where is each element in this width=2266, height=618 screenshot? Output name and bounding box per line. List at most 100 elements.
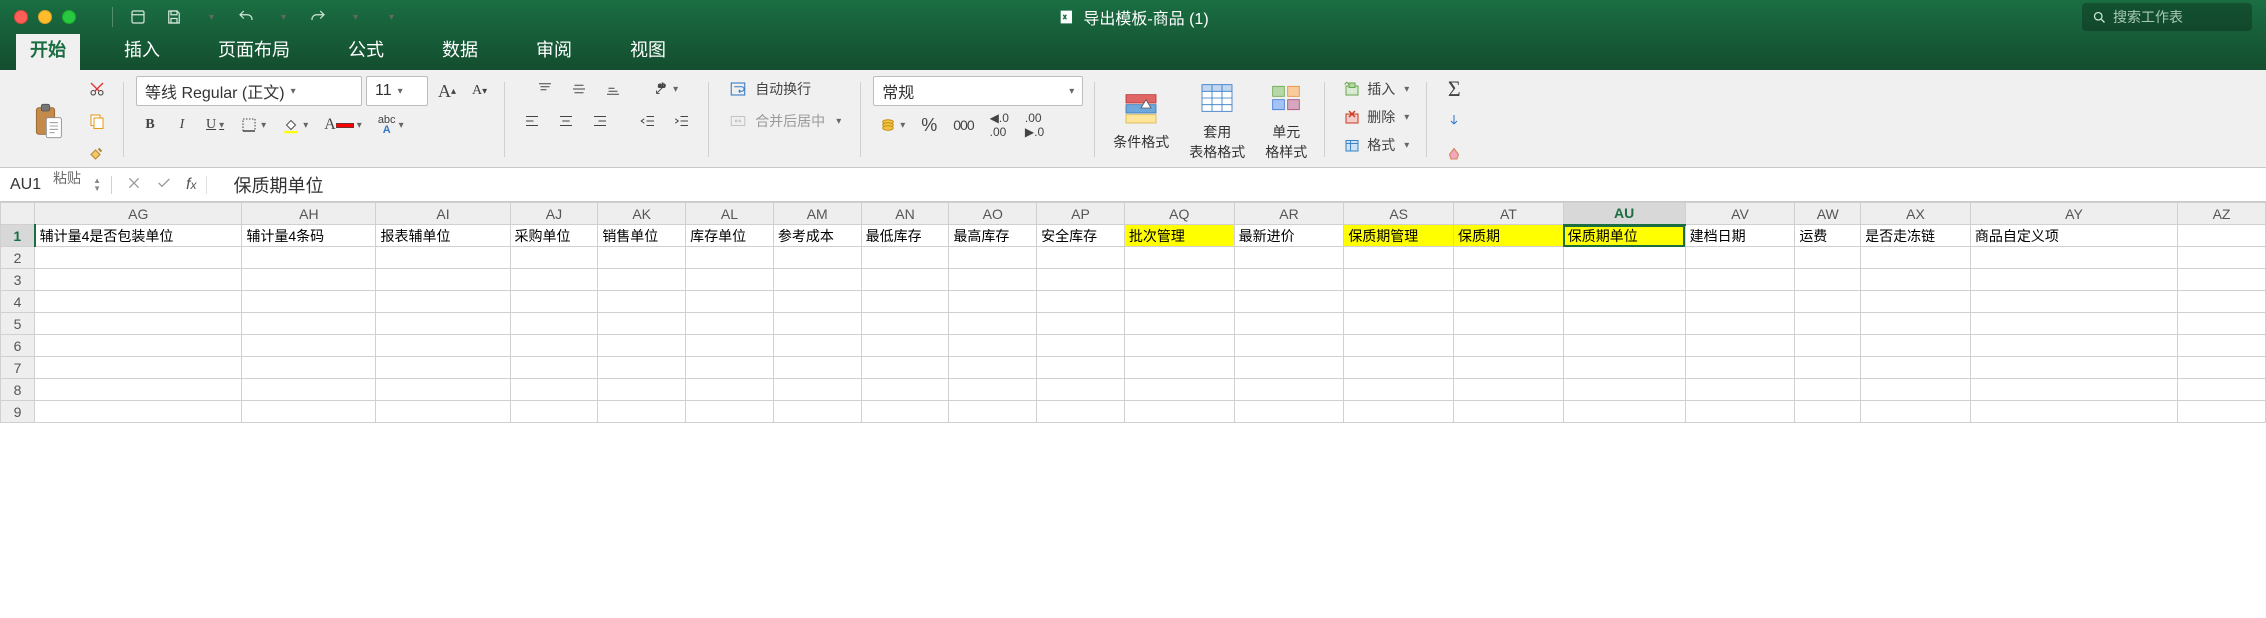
cell-AY1[interactable]: 商品自定义项: [1970, 225, 2177, 247]
cell-AN7[interactable]: [861, 357, 949, 379]
cell-AZ5[interactable]: [2178, 313, 2266, 335]
phonetic-button[interactable]: abcA: [372, 112, 410, 138]
cell-AU8[interactable]: [1563, 379, 1685, 401]
col-header-AX[interactable]: AX: [1861, 203, 1971, 225]
redo-dropdown[interactable]: [339, 4, 369, 30]
cell-AP6[interactable]: [1037, 335, 1125, 357]
cell-AU5[interactable]: [1563, 313, 1685, 335]
autosum-icon[interactable]: Σ: [1442, 76, 1467, 102]
cell-AS9[interactable]: [1344, 401, 1454, 423]
cut-icon[interactable]: [82, 76, 112, 102]
cell-AU2[interactable]: [1563, 247, 1685, 269]
tab-home[interactable]: 开始: [16, 30, 80, 70]
cell-AH3[interactable]: [242, 269, 376, 291]
cell-AR8[interactable]: [1234, 379, 1344, 401]
cell-AL7[interactable]: [686, 357, 774, 379]
cell-AI8[interactable]: [376, 379, 510, 401]
col-header-AO[interactable]: AO: [949, 203, 1037, 225]
cell-AV4[interactable]: [1685, 291, 1795, 313]
cell-AV2[interactable]: [1685, 247, 1795, 269]
cell-AK7[interactable]: [598, 357, 686, 379]
orientation-icon[interactable]: ab: [646, 76, 684, 102]
cell-AM8[interactable]: [773, 379, 861, 401]
row-header-4[interactable]: 4: [1, 291, 35, 313]
cell-AS1[interactable]: 保质期管理: [1344, 225, 1454, 247]
cell-AP9[interactable]: [1037, 401, 1125, 423]
fill-color-button[interactable]: [276, 112, 314, 138]
insert-cells-button[interactable]: 插入: [1337, 76, 1415, 102]
cell-AM2[interactable]: [773, 247, 861, 269]
col-header-AG[interactable]: AG: [35, 203, 242, 225]
currency-icon[interactable]: [873, 112, 911, 138]
cell-AQ9[interactable]: [1124, 401, 1234, 423]
cell-AJ2[interactable]: [510, 247, 598, 269]
cell-AY8[interactable]: [1970, 379, 2177, 401]
cell-AZ1[interactable]: [2178, 225, 2266, 247]
select-all-corner[interactable]: [1, 203, 35, 225]
cell-AJ3[interactable]: [510, 269, 598, 291]
increase-indent-icon[interactable]: [667, 108, 697, 134]
increase-font-icon[interactable]: A▴: [432, 78, 462, 104]
cell-AS6[interactable]: [1344, 335, 1454, 357]
cell-AI3[interactable]: [376, 269, 510, 291]
cell-AP2[interactable]: [1037, 247, 1125, 269]
tab-insert[interactable]: 插入: [110, 30, 174, 70]
cell-AS8[interactable]: [1344, 379, 1454, 401]
cell-AW1[interactable]: 运费: [1795, 225, 1861, 247]
row-header-7[interactable]: 7: [1, 357, 35, 379]
minimize-window-icon[interactable]: [38, 10, 52, 24]
undo-icon[interactable]: [231, 4, 261, 30]
col-header-AN[interactable]: AN: [861, 203, 949, 225]
tab-review[interactable]: 审阅: [522, 30, 586, 70]
cell-AO2[interactable]: [949, 247, 1037, 269]
paste-button[interactable]: [22, 99, 74, 143]
cell-AG2[interactable]: [35, 247, 242, 269]
col-header-AZ[interactable]: AZ: [2178, 203, 2266, 225]
cell-AZ2[interactable]: [2178, 247, 2266, 269]
cell-AS4[interactable]: [1344, 291, 1454, 313]
align-center-icon[interactable]: [551, 108, 581, 134]
cell-AO8[interactable]: [949, 379, 1037, 401]
cell-AK3[interactable]: [598, 269, 686, 291]
cell-AT6[interactable]: [1454, 335, 1564, 357]
cell-AP8[interactable]: [1037, 379, 1125, 401]
cell-AJ8[interactable]: [510, 379, 598, 401]
wrap-text-button[interactable]: 自动换行: [721, 76, 819, 102]
decrease-font-icon[interactable]: A▾: [466, 78, 493, 104]
col-header-AS[interactable]: AS: [1344, 203, 1454, 225]
align-middle-icon[interactable]: [564, 76, 594, 102]
cell-AK9[interactable]: [598, 401, 686, 423]
col-header-AJ[interactable]: AJ: [510, 203, 598, 225]
cell-AL8[interactable]: [686, 379, 774, 401]
row-header-6[interactable]: 6: [1, 335, 35, 357]
cell-AY9[interactable]: [1970, 401, 2177, 423]
cell-AQ2[interactable]: [1124, 247, 1234, 269]
cell-AT5[interactable]: [1454, 313, 1564, 335]
cell-AN8[interactable]: [861, 379, 949, 401]
cell-AH5[interactable]: [242, 313, 376, 335]
cell-AH6[interactable]: [242, 335, 376, 357]
cell-styles-button[interactable]: 单元 格样式: [1259, 76, 1313, 164]
tab-data[interactable]: 数据: [428, 30, 492, 70]
underline-button[interactable]: U: [200, 112, 230, 138]
row-header-9[interactable]: 9: [1, 401, 35, 423]
cell-AX5[interactable]: [1861, 313, 1971, 335]
cell-AN3[interactable]: [861, 269, 949, 291]
cell-AN6[interactable]: [861, 335, 949, 357]
fx-icon[interactable]: fx: [186, 176, 207, 194]
cell-AR6[interactable]: [1234, 335, 1344, 357]
cell-AW4[interactable]: [1795, 291, 1861, 313]
cell-AQ4[interactable]: [1124, 291, 1234, 313]
cell-AH7[interactable]: [242, 357, 376, 379]
cell-AM5[interactable]: [773, 313, 861, 335]
font-size-select[interactable]: 11▾: [366, 76, 428, 106]
cell-AH2[interactable]: [242, 247, 376, 269]
cell-AT8[interactable]: [1454, 379, 1564, 401]
cell-AW9[interactable]: [1795, 401, 1861, 423]
cell-AK2[interactable]: [598, 247, 686, 269]
increase-decimal-icon[interactable]: ◀.0.00: [984, 112, 1015, 138]
cell-AL9[interactable]: [686, 401, 774, 423]
col-header-AU[interactable]: AU: [1563, 203, 1685, 225]
cell-AO1[interactable]: 最高库存: [949, 225, 1037, 247]
cell-AZ7[interactable]: [2178, 357, 2266, 379]
